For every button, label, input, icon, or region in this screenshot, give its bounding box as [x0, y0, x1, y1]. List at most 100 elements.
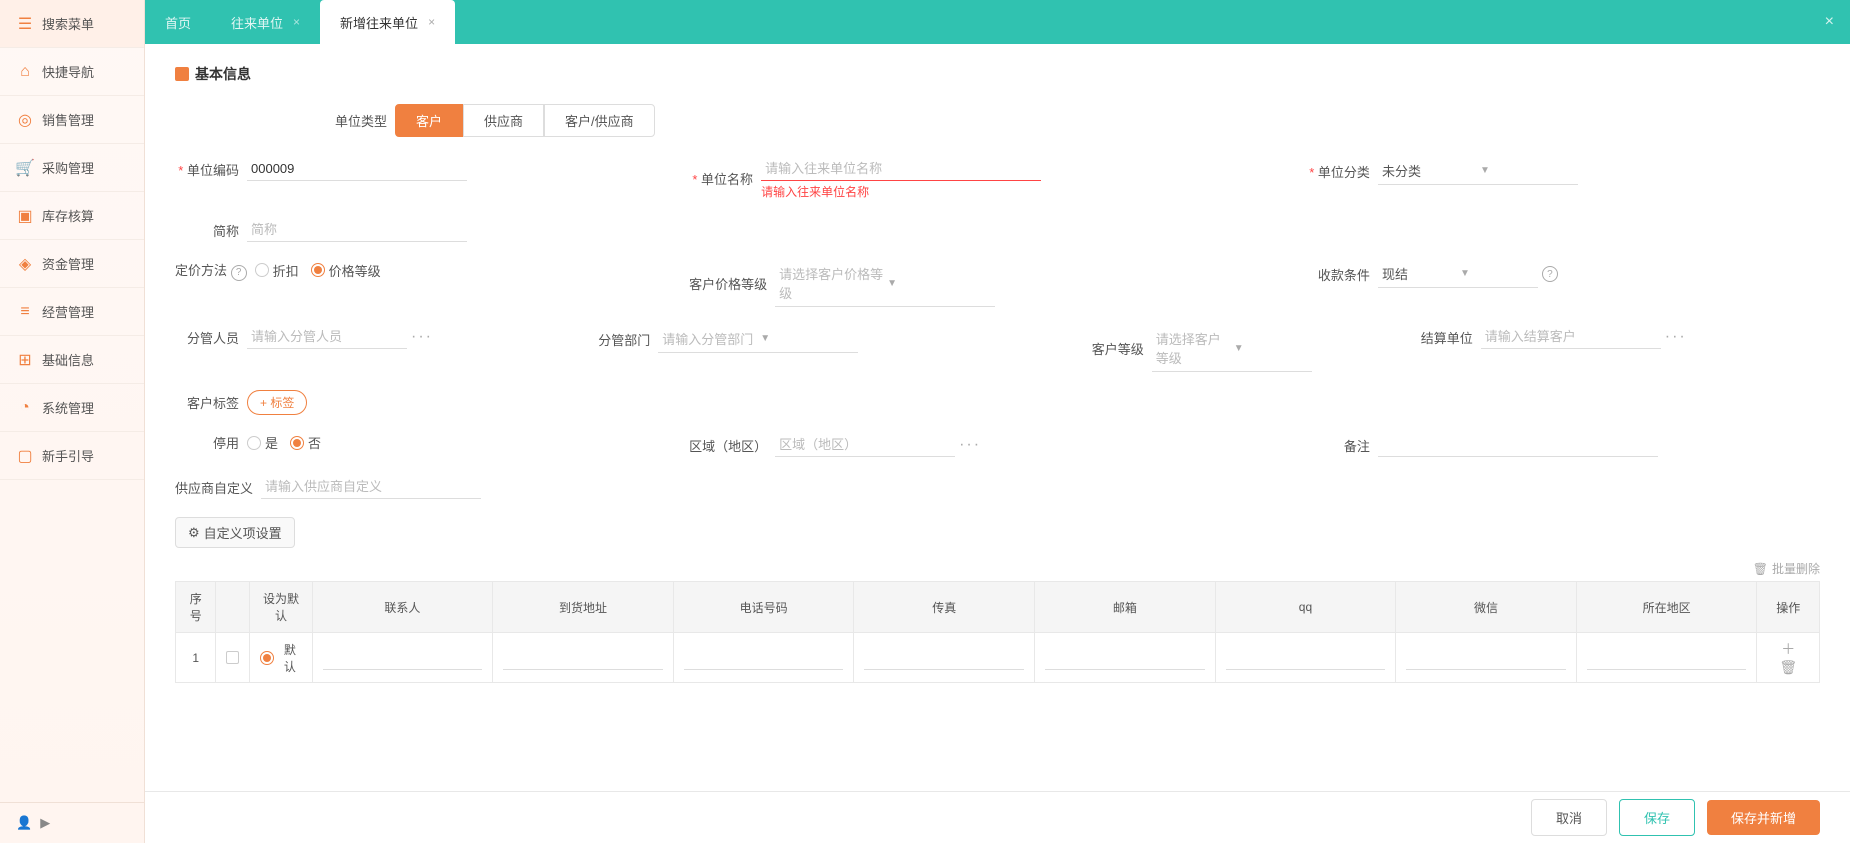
- pricing-radio-group: 折扣 价格等级: [255, 261, 381, 280]
- address-input[interactable]: [503, 646, 663, 670]
- cell-address[interactable]: [493, 633, 674, 683]
- unit-type-label: 单位类型: [175, 111, 395, 130]
- manager-input[interactable]: [247, 325, 407, 349]
- tabbar-close-btn[interactable]: ×: [1809, 13, 1850, 31]
- col-header-qq: qq: [1215, 582, 1396, 633]
- remarks-input[interactable]: [1378, 433, 1658, 457]
- disabled-label: 停用: [175, 433, 247, 452]
- cell-phone[interactable]: [673, 633, 854, 683]
- sidebar-item-purchase[interactable]: 🛒 采购管理: [0, 144, 144, 192]
- field-supplier-custom: 供应商自定义: [175, 475, 1820, 499]
- cell-qq[interactable]: [1215, 633, 1396, 683]
- sales-icon: ◎: [16, 111, 34, 129]
- sidebar-item-stock[interactable]: ▣ 库存核算: [0, 192, 144, 240]
- tab-home[interactable]: 首页: [145, 0, 211, 44]
- unit-name-input[interactable]: [761, 157, 1041, 181]
- btn-both[interactable]: 客户/供应商: [544, 104, 655, 137]
- sidebar-label-search: 搜索菜单: [42, 14, 94, 33]
- field-settlement: 结算单位 ···: [1409, 325, 1820, 349]
- sidebar-label-finance: 资金管理: [42, 254, 94, 273]
- btn-customer[interactable]: 客户: [395, 104, 463, 137]
- sidebar-item-operation[interactable]: ≡ 经营管理: [0, 288, 144, 336]
- department-select[interactable]: 请输入分管部门 ▼: [658, 325, 858, 353]
- sidebar-arrow-icon: ▶: [40, 815, 50, 831]
- customer-level-arrow: ▼: [1234, 343, 1308, 354]
- settlement-label: 结算单位: [1409, 328, 1481, 347]
- sidebar-label-basic: 基础信息: [42, 350, 94, 369]
- region-more-btn[interactable]: ···: [955, 436, 985, 454]
- unit-code-input[interactable]: [247, 157, 467, 181]
- tab-partner-close[interactable]: ×: [293, 15, 300, 29]
- manager-label: 分管人员: [175, 328, 247, 347]
- tab-new-partner-close[interactable]: ×: [428, 15, 435, 29]
- settlement-more-btn[interactable]: ···: [1661, 328, 1691, 346]
- row-checkbox[interactable]: [226, 651, 239, 664]
- payment-help-icon[interactable]: ?: [1542, 266, 1558, 282]
- cell-contact[interactable]: [312, 633, 493, 683]
- system-icon: ◔: [16, 399, 34, 417]
- unit-type-buttons: 客户 供应商 客户/供应商: [395, 104, 655, 137]
- btn-supplier[interactable]: 供应商: [463, 104, 544, 137]
- abbreviation-input[interactable]: [247, 218, 467, 242]
- row-default-radio[interactable]: [260, 651, 274, 665]
- manager-more-btn[interactable]: ···: [407, 328, 437, 346]
- tab-new-partner[interactable]: 新增往来单位 ×: [320, 0, 455, 44]
- row-add-btn[interactable]: ＋: [1777, 639, 1799, 659]
- add-tag-button[interactable]: + 标签: [247, 390, 307, 415]
- payment-terms-select[interactable]: 现结 ▼: [1378, 260, 1538, 288]
- sidebar: ☰ 搜索菜单 ⌂ 快捷导航 ◎ 销售管理 🛒 采购管理 ▣ 库存核算 ◈ 资金管…: [0, 0, 145, 843]
- disabled-radio-group: 是 否: [247, 433, 321, 452]
- col-header-checkbox: [216, 582, 250, 633]
- custom-settings-button[interactable]: ⚙ 自定义项设置: [175, 517, 295, 548]
- basic-icon: ⊞: [16, 351, 34, 369]
- supplier-custom-input[interactable]: [261, 475, 481, 499]
- radio-price-level[interactable]: 价格等级: [311, 261, 381, 280]
- sidebar-item-search[interactable]: ☰ 搜索菜单: [0, 0, 144, 48]
- save-button[interactable]: 保存: [1619, 799, 1695, 836]
- col-header-wechat: 微信: [1396, 582, 1577, 633]
- cell-region[interactable]: [1576, 633, 1757, 683]
- table-region-input[interactable]: [1587, 646, 1747, 670]
- custom-settings-area: ⚙ 自定义项设置: [175, 517, 1820, 548]
- settlement-input[interactable]: [1481, 325, 1661, 349]
- batch-delete-area[interactable]: 🗑 批量删除: [175, 560, 1820, 577]
- sidebar-item-basic[interactable]: ⊞ 基础信息: [0, 336, 144, 384]
- sidebar-item-finance[interactable]: ◈ 资金管理: [0, 240, 144, 288]
- col-header-no: 序号: [176, 582, 216, 633]
- email-input[interactable]: [1045, 646, 1205, 670]
- radio-disabled-yes[interactable]: 是: [247, 433, 278, 452]
- customer-price-level-select[interactable]: 请选择客户价格等级 ▼: [775, 260, 995, 307]
- tab-home-label: 首页: [165, 13, 191, 32]
- radio-disabled-no[interactable]: 否: [290, 433, 321, 452]
- radio-discount[interactable]: 折扣: [255, 261, 299, 280]
- tab-partner[interactable]: 往来单位 ×: [211, 0, 320, 44]
- sidebar-item-guide[interactable]: ▢ 新手引导: [0, 432, 144, 480]
- field-remarks: 备注: [1306, 433, 1820, 457]
- region-input[interactable]: [775, 433, 955, 457]
- field-disabled: 停用 是 否: [175, 433, 689, 452]
- fax-input[interactable]: [864, 646, 1024, 670]
- sidebar-label-operation: 经营管理: [42, 302, 94, 321]
- row-delete-btn[interactable]: 🗑: [1775, 657, 1801, 677]
- cell-email[interactable]: [1035, 633, 1216, 683]
- cell-wechat[interactable]: [1396, 633, 1577, 683]
- cell-fax[interactable]: [854, 633, 1035, 683]
- phone-input[interactable]: [684, 646, 844, 670]
- action-bar: 取消 保存 保存并新增: [145, 791, 1850, 843]
- sidebar-item-system[interactable]: ◔ 系统管理: [0, 384, 144, 432]
- contact-input[interactable]: [323, 646, 483, 670]
- wechat-input[interactable]: [1406, 646, 1566, 670]
- qq-input[interactable]: [1226, 646, 1386, 670]
- pricing-help-icon[interactable]: ?: [231, 265, 247, 281]
- customer-level-select[interactable]: 请选择客户等级 ▼: [1152, 325, 1312, 372]
- table-header-row: 序号 设为默认 联系人 到货地址 电话号码 传真 邮箱 qq 微信 所在地区 操…: [176, 582, 1820, 633]
- cancel-button[interactable]: 取消: [1531, 799, 1607, 836]
- sidebar-item-quick-nav[interactable]: ⌂ 快捷导航: [0, 48, 144, 96]
- sidebar-item-sales[interactable]: ◎ 销售管理: [0, 96, 144, 144]
- unit-category-select[interactable]: 未分类 ▼: [1378, 157, 1578, 185]
- unit-code-label: * 单位编码: [175, 160, 247, 179]
- field-payment-terms: 收款条件 现结 ▼ ?: [1306, 260, 1820, 288]
- save-add-button[interactable]: 保存并新增: [1707, 800, 1820, 835]
- sidebar-label-stock: 库存核算: [42, 206, 94, 225]
- field-manager: 分管人员 ···: [175, 325, 586, 349]
